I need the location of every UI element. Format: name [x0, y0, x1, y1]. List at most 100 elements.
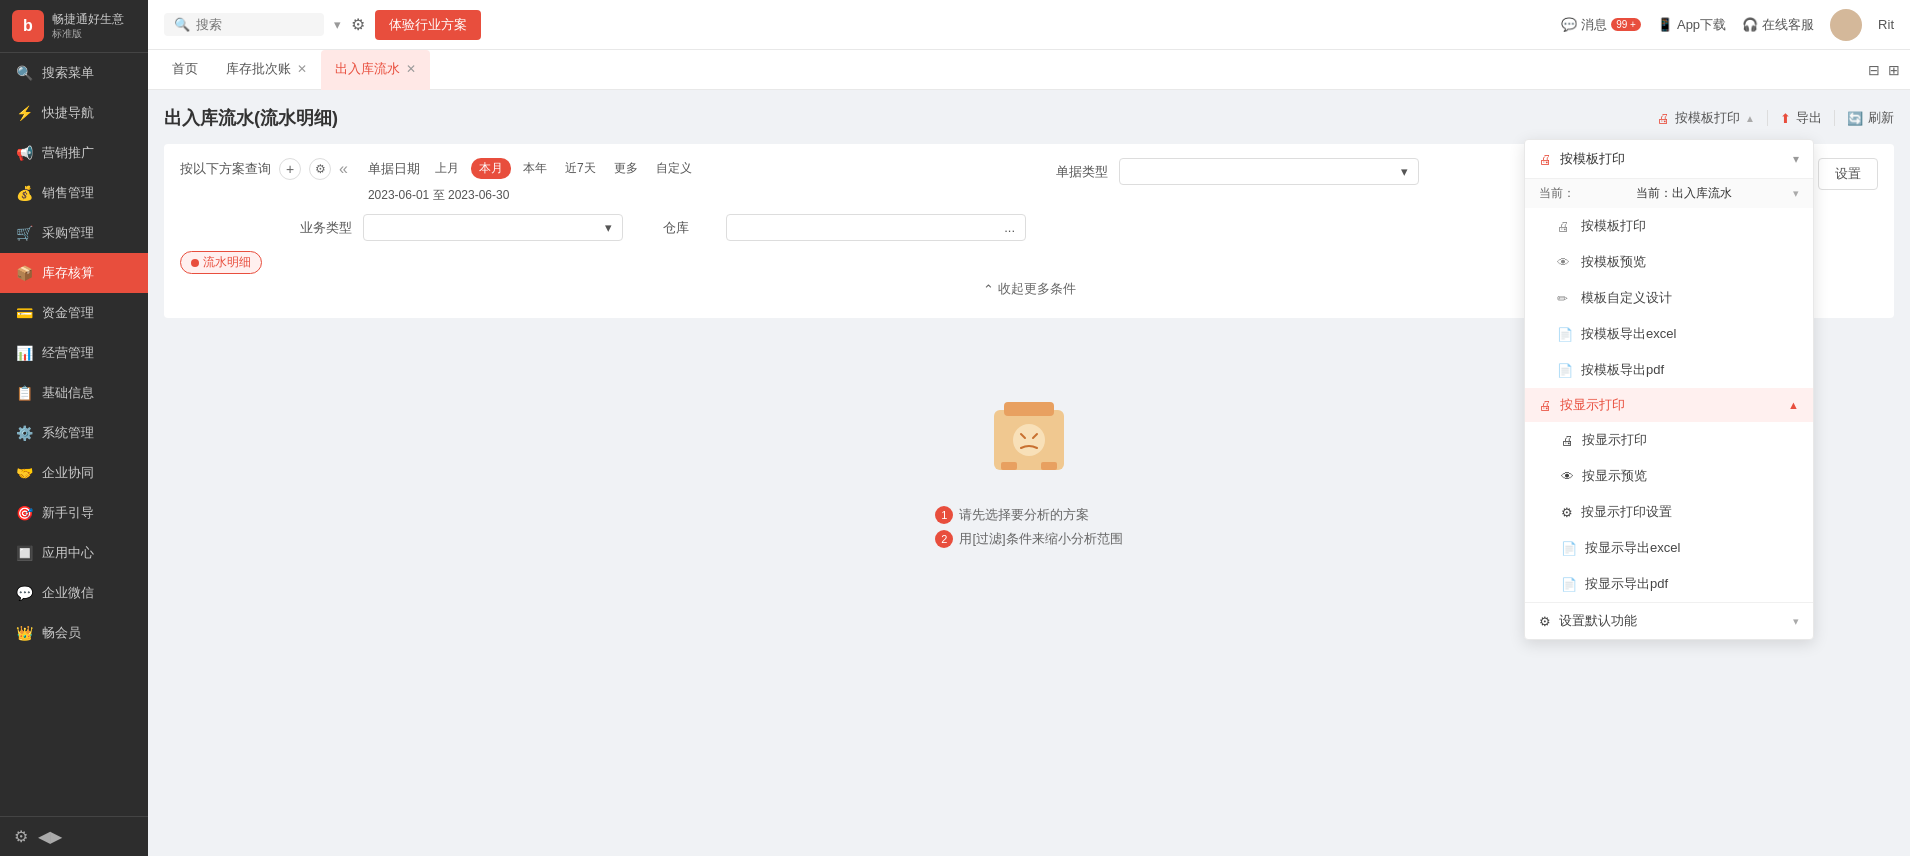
search-icon: 🔍 [14, 63, 34, 83]
sidebar-item-basic[interactable]: 📋 基础信息 [0, 373, 148, 413]
search-dropdown-icon[interactable]: ▾ [334, 17, 341, 32]
dropdown-display-excel[interactable]: 📄 按显示导出excel [1525, 530, 1813, 566]
dropdown-display-settings[interactable]: ⚙ 按显示打印设置 [1525, 494, 1813, 530]
online-service-button[interactable]: 🎧 在线客服 [1742, 16, 1814, 34]
filter-add-button[interactable]: + [279, 158, 301, 180]
sidebar-logo: b 畅捷通好生意 标准版 [0, 0, 148, 53]
sidebar-item-search[interactable]: 🔍 搜索菜单 [0, 53, 148, 93]
sidebar-item-corp[interactable]: 🤝 企业协同 [0, 453, 148, 493]
notification-badge: 99 + [1611, 18, 1641, 31]
tab-batch-close-icon[interactable]: ✕ [297, 62, 307, 76]
app-name-block: 畅捷通好生意 标准版 [52, 11, 124, 42]
collapse-sidebar-icon[interactable]: ◀▶ [38, 827, 62, 846]
sidebar-item-inventory[interactable]: 📦 库存核算 [0, 253, 148, 293]
dropdown-footer[interactable]: ⚙ 设置默认功能 ▾ [1525, 602, 1813, 639]
search-box[interactable]: 🔍 [164, 13, 324, 36]
main-area: 🔍 ▾ ⚙ 体验行业方案 💬 消息 99 + 📱 App下载 🎧 在线客服 Ri… [148, 0, 1910, 856]
sidebar-item-apps[interactable]: 🔲 应用中心 [0, 533, 148, 573]
purchase-icon: 🛒 [14, 223, 34, 243]
sidebar-item-purchase[interactable]: 🛒 采购管理 [0, 213, 148, 253]
action-divider-2 [1834, 110, 1835, 126]
dropdown-template-preview[interactable]: 👁 按模板预览 [1525, 244, 1813, 280]
dropdown-display-header[interactable]: 🖨 按显示打印 ▲ [1525, 388, 1813, 422]
notification-button[interactable]: 💬 消息 99 + [1561, 16, 1641, 34]
dp-footer-chevron: ▾ [1793, 615, 1799, 628]
refresh-button[interactable]: 🔄 刷新 [1847, 109, 1894, 127]
finance-icon: 💳 [14, 303, 34, 323]
dropdown-template-print[interactable]: 🖨 按模板打印 [1525, 208, 1813, 244]
date-tag-last-month[interactable]: 上月 [429, 158, 465, 179]
export-button[interactable]: ⬆ 导出 [1780, 109, 1822, 127]
tab-flow-close-icon[interactable]: ✕ [406, 62, 416, 76]
date-tag-custom[interactable]: 自定义 [650, 158, 698, 179]
page-content: 出入库流水(流水明细) 🖨 按模板打印 ▲ ⬆ 导出 🔄 刷新 [148, 90, 1910, 856]
sidebar-item-operation[interactable]: 📊 经营管理 [0, 333, 148, 373]
app-download-button[interactable]: 📱 App下载 [1657, 16, 1726, 34]
sidebar-item-shortcut[interactable]: ⚡ 快捷导航 [0, 93, 148, 133]
tab-minimize-icon[interactable]: ⊟ [1868, 62, 1880, 78]
industry-solution-button[interactable]: 体验行业方案 [375, 10, 481, 40]
warehouse-select[interactable]: ... [726, 214, 1026, 241]
tab-batch[interactable]: 库存批次账 ✕ [212, 50, 321, 90]
export-label: 导出 [1796, 109, 1822, 127]
sidebar-label-operation: 经营管理 [42, 344, 94, 362]
dp-template-custom-label: 模板自定义设计 [1581, 289, 1672, 307]
sidebar-item-system[interactable]: ⚙️ 系统管理 [0, 413, 148, 453]
sidebar-item-marketing[interactable]: 📢 营销推广 [0, 133, 148, 173]
warehouse-more-icon[interactable]: ... [1004, 220, 1015, 235]
dropdown-template-custom[interactable]: ✏ 模板自定义设计 [1525, 280, 1813, 316]
dropdown-display-print[interactable]: 🖨 按显示打印 [1525, 422, 1813, 458]
filter-settings-button[interactable]: ⚙ [309, 158, 331, 180]
empty-step-2: 2 用[过滤]条件来缩小分析范围 [935, 530, 1122, 548]
doc-type-label: 单据类型 [1056, 163, 1111, 181]
operation-icon: 📊 [14, 343, 34, 363]
filter-collapse-button[interactable]: « [339, 160, 348, 178]
settings-button[interactable]: 设置 [1818, 158, 1878, 190]
warehouse-actions: ... [1004, 220, 1015, 235]
filter-scheme-label: 按以下方案查询 [180, 160, 271, 178]
tab-maximize-icon[interactable]: ⊞ [1888, 62, 1900, 78]
print-template-button[interactable]: 🖨 按模板打印 ▲ [1657, 109, 1755, 127]
tab-home-label: 首页 [172, 60, 198, 78]
sidebar-item-sales[interactable]: 💰 销售管理 [0, 173, 148, 213]
empty-state-text: 1 请先选择要分析的方案 2 用[过滤]条件来缩小分析范围 [935, 506, 1122, 554]
dropdown-display-preview[interactable]: 👁 按显示预览 [1525, 458, 1813, 494]
dp-print-icon: 🖨 [1557, 219, 1573, 234]
dp-disp-excel-icon: 📄 [1561, 541, 1577, 556]
date-tag-this-month[interactable]: 本月 [471, 158, 511, 179]
sidebar-item-wechat[interactable]: 💬 企业微信 [0, 573, 148, 613]
date-tag-this-year[interactable]: 本年 [517, 158, 553, 179]
tab-batch-label: 库存批次账 [226, 60, 291, 78]
date-filter-options: 单据日期 上月 本月 本年 近7天 更多 自定义 [368, 158, 698, 179]
sidebar-label-finance: 资金管理 [42, 304, 94, 322]
business-type-select[interactable]: ▾ [363, 214, 623, 241]
dropdown-template-excel[interactable]: 📄 按模板导出excel [1525, 316, 1813, 352]
tab-flow[interactable]: 出入库流水 ✕ [321, 50, 430, 90]
dropdown-header-title: 🖨 按模板打印 [1539, 150, 1625, 168]
date-tag-more[interactable]: 更多 [608, 158, 644, 179]
dropdown-footer-title: ⚙ 设置默认功能 [1539, 612, 1637, 630]
username-label[interactable]: Rit [1878, 17, 1894, 32]
sidebar-item-member[interactable]: 👑 畅会员 [0, 613, 148, 653]
sidebar-label-marketing: 营销推广 [42, 144, 94, 162]
tag-dot [191, 259, 199, 267]
doc-type-select[interactable]: ▾ [1119, 158, 1419, 185]
topbar-gear-icon[interactable]: ⚙ [351, 15, 365, 34]
sidebar-item-finance[interactable]: 💳 资金管理 [0, 293, 148, 333]
filter-scheme-selector: 按以下方案查询 + ⚙ « [180, 158, 348, 180]
sidebar-item-newbie[interactable]: 🎯 新手引导 [0, 493, 148, 533]
dropdown-display-pdf[interactable]: 📄 按显示导出pdf [1525, 566, 1813, 602]
settings-bottom-icon[interactable]: ⚙ [14, 827, 28, 846]
search-input[interactable] [196, 17, 296, 32]
dropdown-display-chevron: ▲ [1788, 399, 1799, 411]
dropdown-template-pdf[interactable]: 📄 按模板导出pdf [1525, 352, 1813, 388]
date-tag-7days[interactable]: 近7天 [559, 158, 602, 179]
sidebar-label-member: 畅会员 [42, 624, 81, 642]
dropdown-current-chevron: ▾ [1793, 187, 1799, 200]
dropdown-header[interactable]: 🖨 按模板打印 ▾ [1525, 140, 1813, 179]
date-filter-tags: 上月 本月 本年 近7天 更多 自定义 [429, 158, 698, 179]
date-filter-label: 单据日期 [368, 160, 423, 178]
step-1-text: 请先选择要分析的方案 [959, 506, 1089, 524]
user-avatar[interactable] [1830, 9, 1862, 41]
tab-home[interactable]: 首页 [158, 50, 212, 90]
